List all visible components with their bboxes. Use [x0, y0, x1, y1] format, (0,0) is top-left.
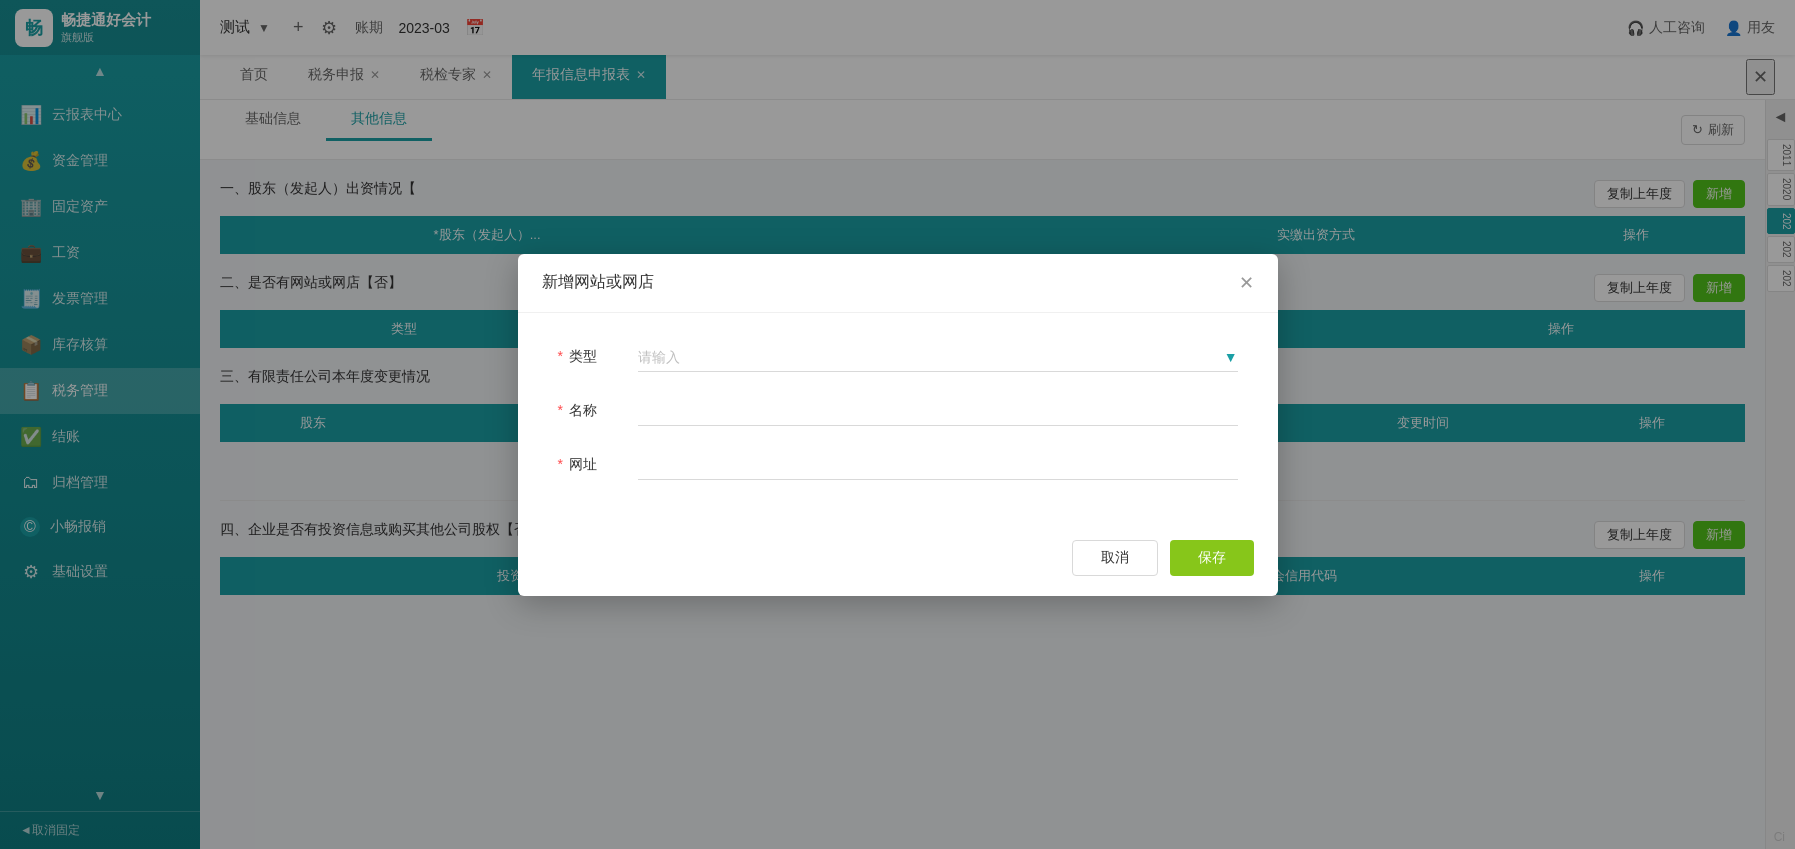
url-field: * 网址: [558, 451, 1238, 480]
save-button[interactable]: 保存: [1170, 540, 1254, 576]
add-website-modal: 新增网站或网店 ✕ * 类型 ▼ * 名称 * 网址: [518, 254, 1278, 596]
modal-close-button[interactable]: ✕: [1239, 272, 1254, 294]
name-label: * 名称: [558, 402, 638, 420]
type-select[interactable]: ▼: [638, 343, 1238, 372]
url-input[interactable]: [638, 451, 1238, 480]
type-field: * 类型 ▼: [558, 343, 1238, 372]
modal-body: * 类型 ▼ * 名称 * 网址: [518, 313, 1278, 525]
cancel-button[interactable]: 取消: [1072, 540, 1158, 576]
name-input[interactable]: [638, 397, 1238, 426]
type-dropdown-icon[interactable]: ▼: [1224, 349, 1238, 365]
type-label: * 类型: [558, 348, 638, 366]
url-label: * 网址: [558, 456, 638, 474]
modal-header: 新增网站或网店 ✕: [518, 254, 1278, 313]
modal-title: 新增网站或网店: [542, 272, 654, 293]
modal-footer: 取消 保存: [518, 525, 1278, 596]
type-input[interactable]: [638, 349, 1224, 365]
name-field: * 名称: [558, 397, 1238, 426]
